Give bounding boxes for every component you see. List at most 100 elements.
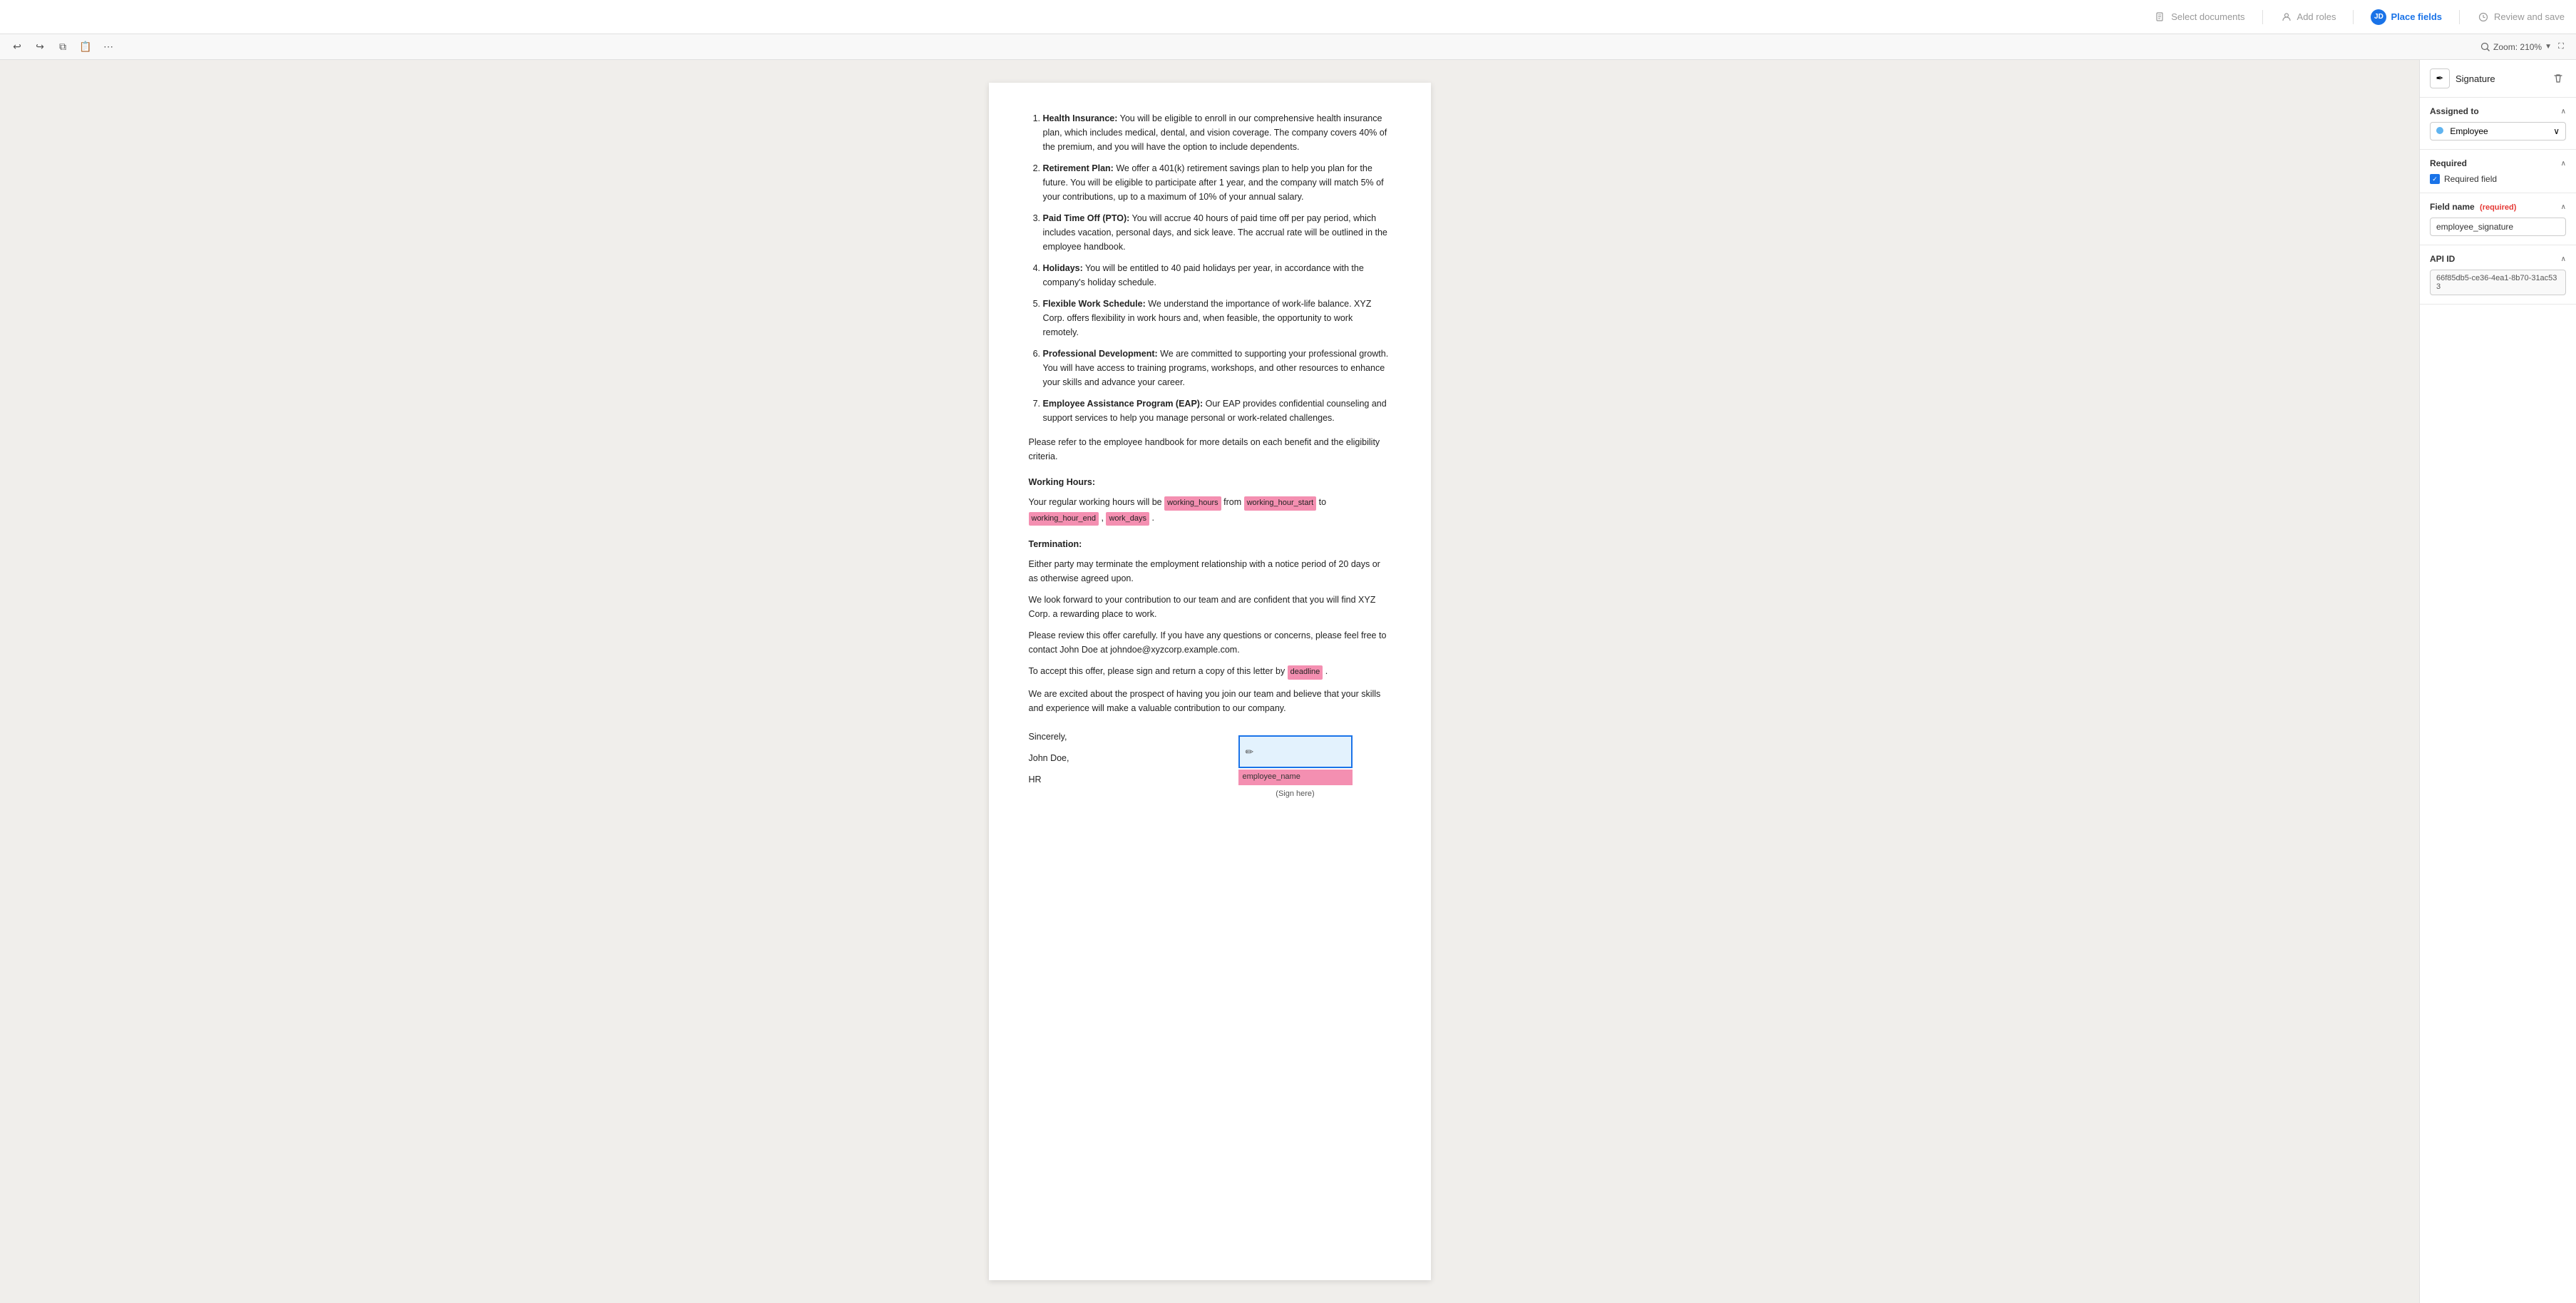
field-name-header[interactable]: Field name (required) ∧ — [2430, 202, 2566, 212]
nav-divider-1 — [2262, 10, 2263, 24]
termination-text-1: Either party may terminate the employmen… — [1029, 557, 1391, 586]
nav-divider-2 — [2353, 10, 2354, 24]
required-row: ✓ Required field — [2430, 174, 2566, 184]
benefit-6-title: Professional Development: — [1043, 349, 1158, 359]
benefit-4-text: You will be entitled to 40 paid holidays… — [1043, 263, 1364, 287]
assigned-chevron-icon: ∧ — [2561, 108, 2566, 116]
assigned-to-header[interactable]: Assigned to ∧ — [2430, 106, 2566, 116]
field-name-input[interactable] — [2430, 218, 2566, 236]
delete-field-button[interactable] — [2550, 71, 2566, 86]
nav-divider-3 — [2459, 10, 2460, 24]
nav-place-fields-label: Place fields — [2391, 11, 2442, 22]
required-checkbox[interactable]: ✓ — [2430, 174, 2440, 184]
assigned-value-row: Employee — [2436, 126, 2488, 136]
excited-text: We are excited about the prospect of hav… — [1029, 687, 1391, 715]
nav-review-save-label: Review and save — [2494, 11, 2565, 22]
assigned-dot-icon — [2436, 127, 2443, 134]
top-nav: Select documents Add roles JD Place fiel… — [0, 0, 2576, 34]
api-id-value: 66f85db5-ce36-4ea1-8b70-31ac533 — [2430, 270, 2566, 295]
api-id-title: API ID — [2430, 254, 2455, 264]
document-page: Health Insurance: You will be eligible t… — [989, 83, 1431, 1280]
benefit-item-7: Employee Assistance Program (EAP): Our E… — [1043, 397, 1391, 425]
assigned-select-chevron: ∨ — [2553, 126, 2560, 136]
nav-add-roles-label: Add roles — [2297, 11, 2336, 22]
assigned-to-title: Assigned to — [2430, 106, 2479, 116]
working-hour-end-field[interactable]: working_hour_end — [1029, 512, 1099, 526]
benefit-item-2: Retirement Plan: We offer a 401(k) retir… — [1043, 161, 1391, 204]
more-button[interactable]: ⋯ — [100, 39, 117, 56]
benefits-list: Health Insurance: You will be eligible t… — [1029, 111, 1391, 425]
assigned-to-value: Employee — [2450, 126, 2488, 136]
nav-step-add-roles[interactable]: Add roles — [2280, 11, 2336, 24]
sincerely-text: Sincerely, — [1029, 730, 1181, 744]
document-area[interactable]: Health Insurance: You will be eligible t… — [0, 60, 2419, 1303]
termination-text-2: We look forward to your contribution to … — [1029, 593, 1391, 621]
place-fields-avatar: JD — [2371, 9, 2386, 25]
copy-button[interactable]: ⧉ — [54, 39, 71, 56]
redo-button[interactable]: ↪ — [31, 39, 48, 56]
zoom-fit-button[interactable]: ⛶ — [2555, 39, 2567, 56]
working-hours-paragraph: Your regular working hours will be worki… — [1029, 495, 1391, 526]
nav-step-place-fields[interactable]: JD Place fields — [2371, 9, 2442, 25]
api-id-header[interactable]: API ID ∧ — [2430, 254, 2566, 264]
zoom-chevron: ▼ — [2545, 43, 2552, 51]
person-icon — [2280, 11, 2293, 24]
undo-button[interactable]: ↩ — [9, 39, 26, 56]
benefit-item-6: Professional Development: We are committ… — [1043, 347, 1391, 389]
zoom-control: Zoom: 210% ▼ ⛶ — [2480, 39, 2567, 56]
assigned-to-select[interactable]: Employee ∨ — [2430, 122, 2566, 140]
working-hours-title: Working Hours: — [1029, 475, 1391, 489]
benefit-item-3: Paid Time Off (PTO): You will accrue 40 … — [1043, 211, 1391, 254]
employee-name-field[interactable]: employee_name — [1238, 770, 1353, 785]
required-title: Required — [2430, 158, 2467, 168]
signature-field-box[interactable]: ✏ — [1238, 735, 1353, 768]
signature-card-label: Signature — [2456, 73, 2495, 84]
accept-text: To accept this offer, please sign and re… — [1029, 664, 1391, 680]
toolbar: ↩ ↪ ⧉ 📋 ⋯ Zoom: 210% ▼ ⛶ — [0, 34, 2576, 60]
deadline-field[interactable]: deadline — [1288, 665, 1323, 680]
termination-text-3: Please review this offer carefully. If y… — [1029, 628, 1391, 657]
working-hours-field[interactable]: working_hours — [1164, 496, 1221, 511]
benefit-item-1: Health Insurance: You will be eligible t… — [1043, 111, 1391, 154]
work-days-field[interactable]: work_days — [1106, 512, 1149, 526]
required-header[interactable]: Required ∧ — [2430, 158, 2566, 168]
field-name-chevron-icon: ∧ — [2561, 203, 2566, 211]
field-name-required-indicator: (required) — [2480, 203, 2516, 212]
benefit-4-title: Holidays: — [1043, 263, 1083, 273]
required-field-label: Required field — [2444, 174, 2497, 184]
api-id-section: API ID ∧ 66f85db5-ce36-4ea1-8b70-31ac533 — [2420, 245, 2576, 305]
document-icon — [2154, 11, 2167, 24]
signature-field-icon: ✒ — [2430, 68, 2450, 88]
field-name-title: Field name (required) — [2430, 202, 2516, 212]
signature-card-left: ✒ Signature — [2430, 68, 2495, 88]
assigned-to-section: Assigned to ∧ Employee ∨ — [2420, 98, 2576, 150]
required-chevron-icon: ∧ — [2561, 160, 2566, 168]
department-text: HR — [1029, 772, 1181, 787]
working-hour-start-field[interactable]: working_hour_start — [1244, 496, 1317, 511]
required-section: Required ∧ ✓ Required field — [2420, 150, 2576, 193]
handbook-ref: Please refer to the employee handbook fo… — [1029, 435, 1391, 464]
main-area: Health Insurance: You will be eligible t… — [0, 60, 2576, 1303]
termination-title: Termination: — [1029, 537, 1391, 551]
clock-icon — [2477, 11, 2490, 24]
benefit-item-5: Flexible Work Schedule: We understand th… — [1043, 297, 1391, 339]
benefit-1-title: Health Insurance: — [1043, 113, 1118, 123]
nav-step-select-documents[interactable]: Select documents — [2154, 11, 2244, 24]
nav-step-review-save[interactable]: Review and save — [2477, 11, 2565, 24]
paste-button[interactable]: 📋 — [77, 39, 94, 56]
benefit-3-title: Paid Time Off (PTO): — [1043, 213, 1130, 223]
sign-here-label: (Sign here) — [1238, 788, 1353, 801]
pen-icon: ✏ — [1246, 744, 1254, 760]
benefit-7-title: Employee Assistance Program (EAP): — [1043, 399, 1204, 409]
sender-name: John Doe, — [1029, 751, 1181, 765]
benefit-5-title: Flexible Work Schedule: — [1043, 299, 1146, 309]
api-id-chevron-icon: ∧ — [2561, 255, 2566, 263]
benefit-2-title: Retirement Plan: — [1043, 163, 1114, 173]
signature-card: ✒ Signature — [2420, 60, 2576, 98]
signature-section: Sincerely, John Doe, HR ✏ employee_name … — [1029, 730, 1391, 801]
zoom-label: Zoom: 210% — [2493, 42, 2542, 52]
employee-signature-area: ✏ employee_name (Sign here) — [1238, 730, 1391, 801]
nav-select-documents-label: Select documents — [2171, 11, 2244, 22]
field-name-section: Field name (required) ∧ — [2420, 193, 2576, 245]
benefit-item-4: Holidays: You will be entitled to 40 pai… — [1043, 261, 1391, 290]
